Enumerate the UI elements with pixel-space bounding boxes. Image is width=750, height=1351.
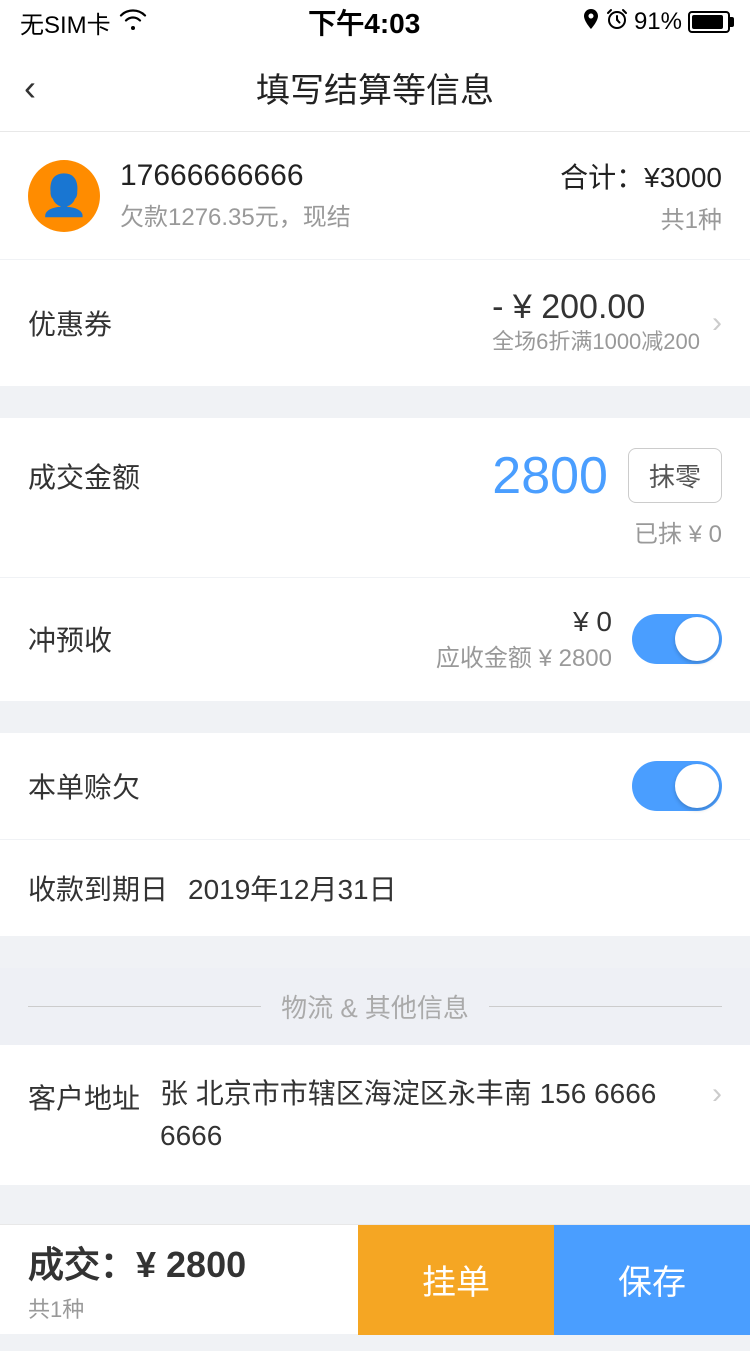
precollect-receivable: 应收金额 ¥ 2800 [436, 638, 612, 673]
customer-total: 合计：¥3000 共1种 [560, 156, 722, 235]
bottom-bar: 成交：¥ 2800 共1种 挂单 保存 [0, 1224, 750, 1334]
save-button[interactable]: 保存 [554, 1225, 750, 1335]
customer-section: 👤 17666666666 欠款1276.35元，现结 合计：¥3000 共1种… [0, 132, 750, 386]
status-time: 下午4:03 [308, 2, 420, 42]
status-right: 91% [582, 8, 730, 37]
toggle-knob [675, 617, 719, 661]
hang-button[interactable]: 挂单 [358, 1225, 554, 1335]
due-label: 收款到期日 [28, 868, 168, 908]
bottom-count: 共1种 [28, 1292, 330, 1324]
due-date-value: 2019年12月31日 [188, 868, 397, 908]
deal-amount-value: 2800 [492, 446, 608, 506]
section-divider-3 [0, 952, 750, 968]
coupon-desc: 全场6折满1000减200 [492, 327, 700, 358]
chevron-right-icon: › [712, 306, 722, 340]
deal-label: 成交金额 [28, 456, 140, 496]
logistics-line-left [28, 1006, 261, 1007]
section-divider-1 [0, 402, 750, 418]
bottom-deal-amount: ¥ 2800 [136, 1244, 246, 1285]
alarm-icon [606, 8, 628, 37]
address-label: 客户地址 [28, 1073, 140, 1117]
order-debt-section: 本单赊欠 收款到期日 2019年12月31日 [0, 733, 750, 936]
precollect-right: ¥ 0 应收金额 ¥ 2800 [436, 606, 722, 673]
battery-icon [688, 11, 730, 33]
precollect-label: 冲预收 [28, 619, 112, 659]
customer-phone: 17666666666 [120, 159, 560, 193]
due-date-row: 收款到期日 2019年12月31日 [0, 839, 750, 936]
avatar-icon: 👤 [39, 172, 89, 219]
precollect-toggle[interactable] [632, 614, 722, 664]
status-bar: 无SIM卡 下午4:03 91% [0, 0, 750, 44]
round-zero-button[interactable]: 抹零 [628, 448, 722, 503]
address-chevron-icon: › [712, 1073, 722, 1111]
customer-debt: 欠款1276.35元，现结 [120, 197, 560, 232]
location-icon [582, 8, 600, 37]
page-title: 填写结算等信息 [256, 63, 494, 112]
battery-percent: 91% [634, 8, 682, 36]
debt-row: 本单赊欠 [0, 733, 750, 839]
back-button[interactable]: ‹ [24, 67, 36, 109]
nav-bar: ‹ 填写结算等信息 [0, 44, 750, 132]
avatar: 👤 [28, 160, 100, 232]
deal-section: 成交金额 2800 抹零 已抹 ¥ 0 [0, 418, 750, 577]
logistics-text: 物流 & 其他信息 [281, 988, 469, 1025]
deal-sub: 已抹 ¥ 0 [28, 514, 722, 549]
precollect-row: 冲预收 ¥ 0 应收金额 ¥ 2800 [28, 606, 722, 673]
debt-toggle-knob [675, 764, 719, 808]
precollect-amount: ¥ 0 [436, 606, 612, 638]
wifi-icon [119, 8, 147, 37]
customer-info: 17666666666 欠款1276.35元，现结 [120, 159, 560, 232]
bottom-deal-text: 成交：¥ 2800 [28, 1236, 330, 1288]
debt-label: 本单赊欠 [28, 766, 140, 806]
debt-toggle[interactable] [632, 761, 722, 811]
address-value: 张 北京市市辖区海淀区永丰南 156 6666 6666 [160, 1073, 700, 1157]
section-divider-2 [0, 717, 750, 733]
deal-row: 成交金额 2800 抹零 [28, 446, 722, 506]
address-section: 客户地址 张 北京市市辖区海淀区永丰南 156 6666 6666 › [0, 1045, 750, 1185]
coupon-amount: - ¥ 200.00 [492, 288, 700, 327]
deal-amount-section: 成交金额 2800 抹零 已抹 ¥ 0 冲预收 ¥ 0 应收金额 ¥ 2800 [0, 418, 750, 701]
status-left: 无SIM卡 [20, 5, 147, 40]
coupon-row[interactable]: 优惠券 - ¥ 200.00 全场6折满1000减200 › [0, 259, 750, 386]
total-count: 共1种 [560, 200, 722, 235]
logistics-divider: 物流 & 其他信息 [0, 968, 750, 1045]
total-amount: 合计：¥3000 [560, 156, 722, 196]
deal-right: 2800 抹零 [492, 446, 722, 506]
carrier-text: 无SIM卡 [20, 5, 111, 40]
precollect-section: 冲预收 ¥ 0 应收金额 ¥ 2800 [0, 577, 750, 701]
logistics-line-right [489, 1006, 722, 1007]
bottom-summary: 成交：¥ 2800 共1种 [0, 1236, 358, 1324]
address-row[interactable]: 客户地址 张 北京市市辖区海淀区永丰南 156 6666 6666 › [0, 1045, 750, 1185]
coupon-right: - ¥ 200.00 全场6折满1000减200 › [492, 288, 722, 358]
customer-row: 👤 17666666666 欠款1276.35元，现结 合计：¥3000 共1种 [0, 132, 750, 259]
coupon-label: 优惠券 [28, 303, 112, 343]
